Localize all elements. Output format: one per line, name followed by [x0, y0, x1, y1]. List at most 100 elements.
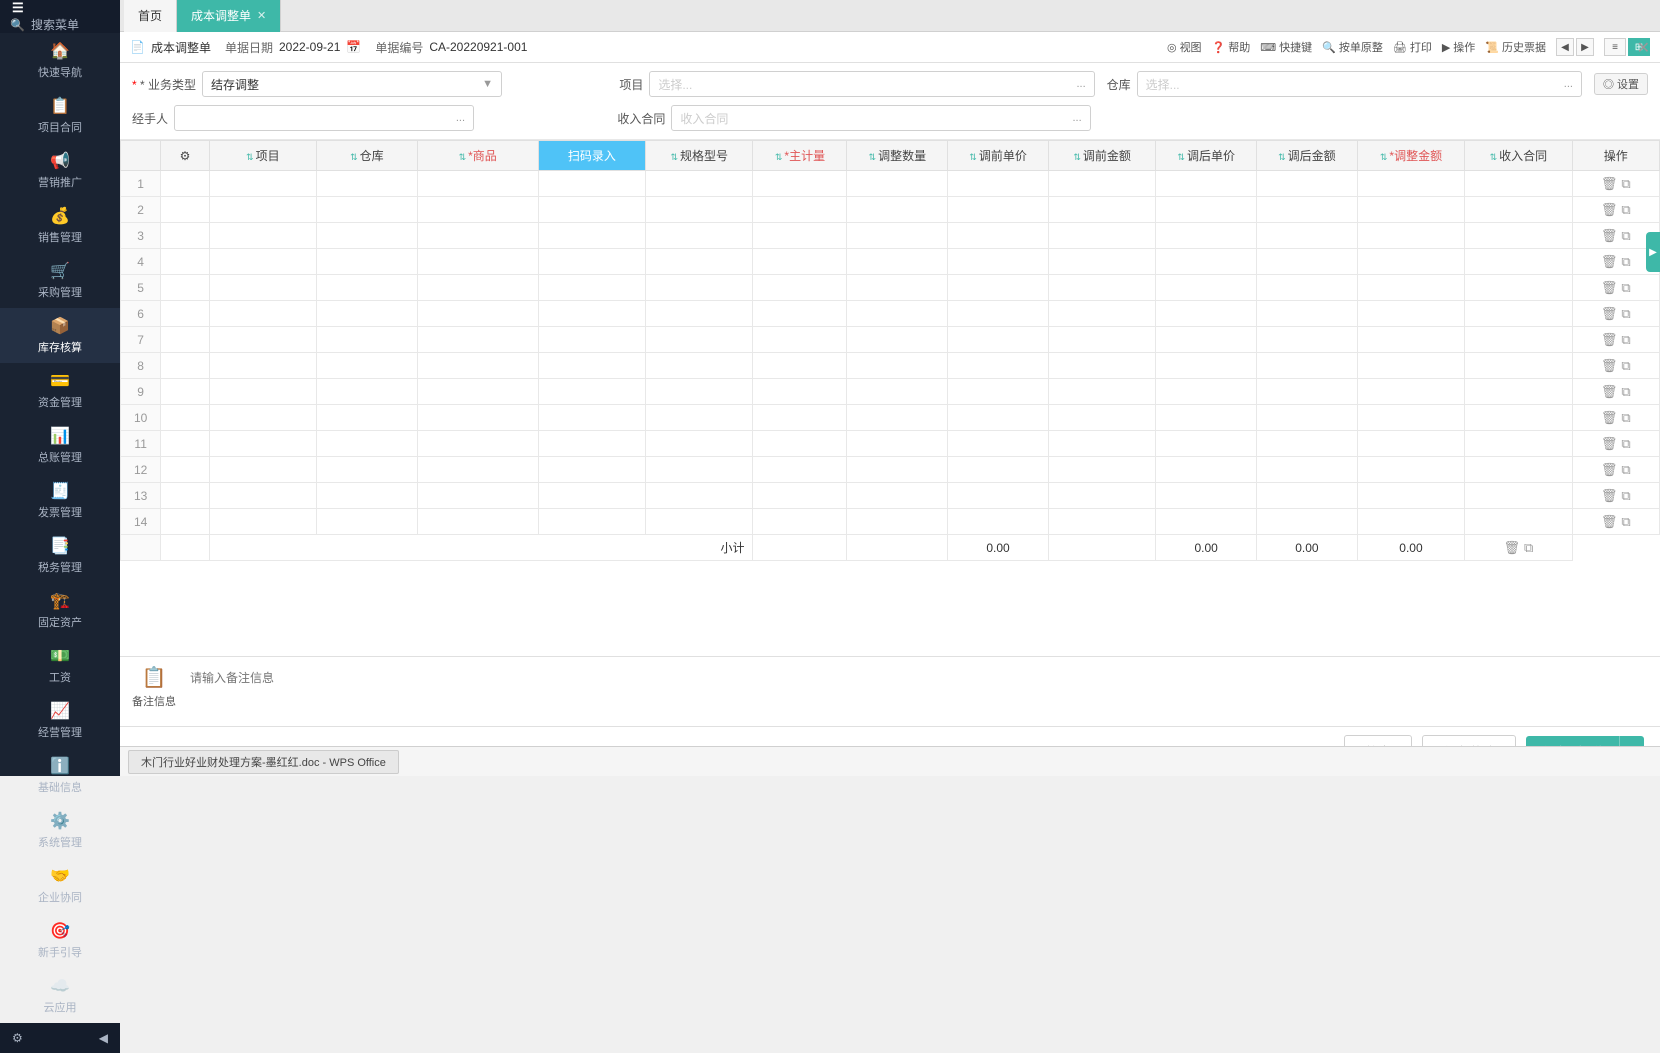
row-after-price[interactable] [1156, 483, 1257, 509]
row-after-amount[interactable] [1257, 249, 1358, 275]
row-income[interactable] [1465, 353, 1572, 379]
row-qty[interactable] [847, 483, 948, 509]
business-type-input[interactable]: 结存调整 ▼ [202, 71, 502, 97]
row-qty[interactable] [847, 327, 948, 353]
row-adjust-amount[interactable] [1357, 275, 1464, 301]
row-project[interactable] [209, 327, 316, 353]
row-warehouse[interactable] [317, 509, 418, 535]
row-scan[interactable] [538, 197, 645, 223]
warehouse-input[interactable]: 选择... ... [1137, 71, 1582, 97]
row-spec[interactable] [646, 249, 753, 275]
row-before-price[interactable] [948, 405, 1049, 431]
row-qty[interactable] [847, 509, 948, 535]
audit-btn[interactable]: 🔍 按单原整 [1322, 39, 1383, 55]
row-qty[interactable] [847, 379, 948, 405]
row-spec[interactable] [646, 275, 753, 301]
row-spec[interactable] [646, 483, 753, 509]
row-adjust-amount[interactable] [1357, 509, 1464, 535]
row-before-amount[interactable] [1048, 301, 1155, 327]
row-qty[interactable] [847, 197, 948, 223]
sidebar-item-finance[interactable]: 💳 资金管理 [0, 363, 120, 418]
row-before-price[interactable] [948, 353, 1049, 379]
row-warehouse[interactable] [317, 223, 418, 249]
settings-icon[interactable]: ⚙ [12, 1031, 23, 1045]
project-input[interactable]: 选择... ... [649, 71, 1094, 97]
row-spec[interactable] [646, 431, 753, 457]
row-spec[interactable] [646, 327, 753, 353]
copy-icon[interactable]: ⧉ [1621, 306, 1630, 322]
row-after-price[interactable] [1156, 379, 1257, 405]
row-project[interactable] [209, 353, 316, 379]
view-btn[interactable]: ◎ 视图 [1167, 39, 1202, 55]
row-before-price[interactable] [948, 301, 1049, 327]
delete-icon[interactable]: 🗑 [1601, 228, 1618, 244]
row-before-price[interactable] [948, 197, 1049, 223]
row-income[interactable] [1465, 275, 1572, 301]
row-unit[interactable] [753, 457, 847, 483]
col-after-amount[interactable]: ⇅调后金额 [1257, 141, 1358, 171]
row-warehouse[interactable] [317, 405, 418, 431]
sidebar-item-operations[interactable]: 📈 经营管理 [0, 693, 120, 748]
row-adjust-amount[interactable] [1357, 301, 1464, 327]
row-after-amount[interactable] [1257, 509, 1358, 535]
row-unit[interactable] [753, 171, 847, 197]
sidebar-item-salary[interactable]: 💵 工资 [0, 638, 120, 693]
shortcut-btn[interactable]: ⌨ 快捷键 [1260, 39, 1312, 55]
row-after-amount[interactable] [1257, 457, 1358, 483]
row-warehouse[interactable] [317, 171, 418, 197]
col-adjust-amount[interactable]: ⇅*调整金额 [1357, 141, 1464, 171]
delete-icon[interactable]: 🗑 [1601, 488, 1618, 504]
copy-icon[interactable]: ⧉ [1621, 410, 1630, 426]
col-settings[interactable]: ⚙ [161, 141, 209, 171]
row-after-price[interactable] [1156, 327, 1257, 353]
row-project[interactable] [209, 509, 316, 535]
row-qty[interactable] [847, 431, 948, 457]
copy-icon[interactable]: ⧉ [1621, 176, 1630, 192]
row-after-price[interactable] [1156, 171, 1257, 197]
row-before-price[interactable] [948, 457, 1049, 483]
copy-icon[interactable]: ⧉ [1621, 462, 1630, 478]
sidebar-item-quick-nav[interactable]: 🏠 快速导航 [0, 33, 120, 88]
row-before-price[interactable] [948, 431, 1049, 457]
row-qty[interactable] [847, 223, 948, 249]
delete-icon[interactable]: 🗑 [1601, 462, 1618, 478]
sidebar-item-assets[interactable]: 🏗️ 固定资产 [0, 583, 120, 638]
row-scan[interactable] [538, 457, 645, 483]
row-product[interactable] [417, 457, 538, 483]
row-scan[interactable] [538, 379, 645, 405]
row-qty[interactable] [847, 353, 948, 379]
row-product[interactable] [417, 223, 538, 249]
row-before-price[interactable] [948, 249, 1049, 275]
row-before-price[interactable] [948, 327, 1049, 353]
row-project[interactable] [209, 171, 316, 197]
tab-close-icon[interactable]: ✕ [257, 9, 266, 22]
green-side-handle[interactable]: ▶ [1646, 232, 1660, 272]
row-project[interactable] [209, 483, 316, 509]
row-spec[interactable] [646, 197, 753, 223]
row-qty[interactable] [847, 457, 948, 483]
row-scan[interactable] [538, 405, 645, 431]
row-before-amount[interactable] [1048, 457, 1155, 483]
row-product[interactable] [417, 249, 538, 275]
row-after-amount[interactable] [1257, 197, 1358, 223]
row-after-price[interactable] [1156, 249, 1257, 275]
delete-icon[interactable]: 🗑 [1601, 384, 1618, 400]
row-spec[interactable] [646, 405, 753, 431]
row-warehouse[interactable] [317, 353, 418, 379]
row-project[interactable] [209, 457, 316, 483]
row-warehouse[interactable] [317, 249, 418, 275]
copy-icon[interactable]: ⧉ [1621, 358, 1630, 374]
row-income[interactable] [1465, 405, 1572, 431]
delete-icon[interactable]: 🗑 [1601, 176, 1618, 192]
copy-icon[interactable]: ⧉ [1621, 332, 1630, 348]
row-before-amount[interactable] [1048, 379, 1155, 405]
row-unit[interactable] [753, 327, 847, 353]
row-income[interactable] [1465, 197, 1572, 223]
row-product[interactable] [417, 379, 538, 405]
row-before-amount[interactable] [1048, 327, 1155, 353]
tab-home[interactable]: 首页 [124, 0, 177, 32]
col-qty[interactable]: ⇅调整数量 [847, 141, 948, 171]
row-before-price[interactable] [948, 483, 1049, 509]
sidebar-item-ledger[interactable]: 📊 总账管理 [0, 418, 120, 473]
row-unit[interactable] [753, 275, 847, 301]
